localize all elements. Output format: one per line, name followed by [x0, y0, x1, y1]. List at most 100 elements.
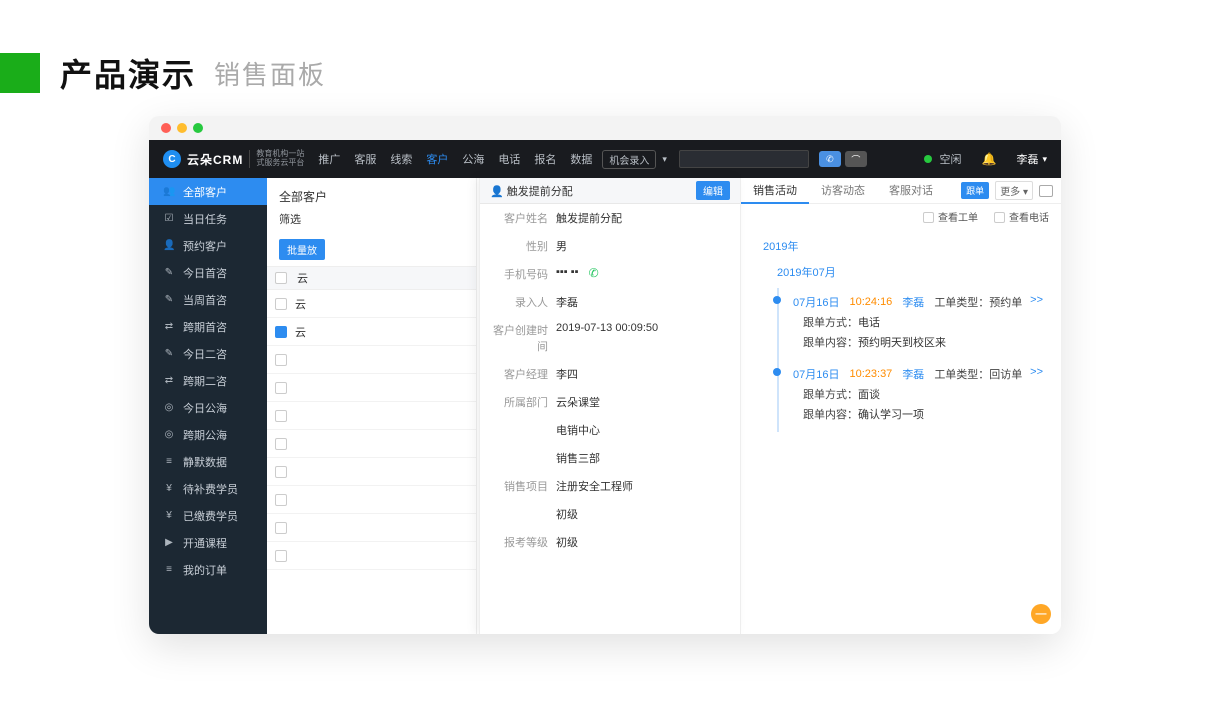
tab[interactable]: 访客动态: [809, 178, 877, 204]
batch-release-button[interactable]: 批量放: [279, 239, 325, 260]
chevron-down-icon: ▾: [1042, 154, 1047, 165]
list-row[interactable]: [267, 374, 476, 402]
logo[interactable]: C 云朵CRM 教育机构一站 式服务云平台: [163, 150, 304, 168]
list-row[interactable]: [267, 542, 476, 570]
row-checkbox[interactable]: [275, 326, 287, 338]
list-row[interactable]: 云: [267, 290, 476, 318]
nav-item[interactable]: 公海: [462, 151, 484, 167]
tl-time: 10:24:16: [849, 296, 892, 308]
nav-item[interactable]: 电话: [498, 151, 520, 167]
phone-icon[interactable]: ✆: [589, 266, 599, 282]
row-checkbox[interactable]: [275, 522, 287, 534]
detail-field: 初级: [480, 500, 740, 528]
row-checkbox[interactable]: [275, 382, 287, 394]
sidebar-item[interactable]: ✎当周首咨: [149, 286, 267, 313]
field-value: 男: [556, 238, 567, 254]
checkbox-all[interactable]: [275, 272, 287, 284]
sidebar-item[interactable]: ⇄跨期首咨: [149, 313, 267, 340]
zoom-dot[interactable]: [193, 123, 203, 133]
close-dot[interactable]: [161, 123, 171, 133]
sidebar-item[interactable]: ¥ 已缴费学员: [149, 502, 267, 529]
bell-icon[interactable]: 🔔: [982, 152, 997, 166]
edit-button[interactable]: 编辑: [696, 181, 730, 200]
tl-user[interactable]: 李磊: [902, 294, 924, 310]
list-row[interactable]: [267, 458, 476, 486]
tl-content: 跟单内容：预约明天到校区来: [793, 334, 1043, 350]
row-checkbox[interactable]: [275, 550, 287, 562]
row-checkbox[interactable]: [275, 494, 287, 506]
row-checkbox[interactable]: [275, 298, 287, 310]
sidebar-icon: 👥: [163, 186, 175, 197]
list-row[interactable]: [267, 514, 476, 542]
sidebar-item[interactable]: ◎跨期公海: [149, 421, 267, 448]
nav-item[interactable]: 报名: [534, 151, 556, 167]
sidebar-icon: ✎: [163, 267, 175, 278]
list-row[interactable]: [267, 346, 476, 374]
user-menu[interactable]: 李磊 ▾: [1016, 151, 1047, 167]
sidebar-label: 跨期二咨: [183, 373, 227, 389]
field-value: 注册安全工程师: [556, 478, 633, 494]
sidebar-icon: ¥: [163, 510, 175, 521]
sidebar-icon: ⇄: [163, 321, 175, 332]
sidebar-icon: ◎: [163, 402, 175, 413]
expand-button[interactable]: >>: [1030, 294, 1043, 306]
sidebar-label: 开通课程: [183, 535, 227, 551]
field-label: 客户创建时间: [490, 322, 556, 354]
sidebar-icon: ◎: [163, 429, 175, 440]
nav-item[interactable]: 客户: [426, 151, 448, 167]
tab[interactable]: 销售活动: [741, 178, 809, 204]
field-value: 初级: [556, 534, 578, 550]
field-value: 李磊: [556, 294, 578, 310]
view-phone-toggle[interactable]: 查看电话: [994, 209, 1049, 224]
sidebar-label: 待补费学员: [183, 481, 238, 497]
nav-item[interactable]: 线索: [390, 151, 412, 167]
sidebar-item[interactable]: ☑当日任务: [149, 205, 267, 232]
filter-label[interactable]: 筛选: [267, 211, 476, 235]
sidebar-item[interactable]: ✎今日首咨: [149, 259, 267, 286]
status-label[interactable]: 空闲: [940, 151, 962, 167]
activity-tabs: 销售活动访客动态客服对话 跟单 更多 ▾: [741, 178, 1061, 204]
minimize-dot[interactable]: [177, 123, 187, 133]
id-card-icon[interactable]: [1039, 185, 1053, 197]
tl-time: 10:23:37: [849, 368, 892, 380]
view-ticket-toggle[interactable]: 查看工单: [923, 209, 978, 224]
sidebar-item[interactable]: ≡我的订单: [149, 556, 267, 583]
opportunity-button[interactable]: 机会录入: [602, 150, 656, 169]
sidebar-item[interactable]: ¥待补费学员: [149, 475, 267, 502]
search-input[interactable]: [679, 150, 809, 168]
row-checkbox[interactable]: [275, 466, 287, 478]
follow-button[interactable]: 跟单: [961, 182, 989, 199]
sidebar-item[interactable]: ▶ 开通课程: [149, 529, 267, 556]
sidebar-icon: ✎: [163, 348, 175, 359]
row-checkbox[interactable]: [275, 354, 287, 366]
more-button[interactable]: 更多 ▾: [995, 181, 1033, 200]
tab[interactable]: 客服对话: [877, 178, 945, 204]
sidebar-icon: ▶: [163, 537, 175, 548]
row-checkbox[interactable]: [275, 410, 287, 422]
list-row[interactable]: [267, 402, 476, 430]
sidebar-item[interactable]: ✎今日二咨: [149, 340, 267, 367]
sidebar-label: 今日公海: [183, 400, 227, 416]
expand-button[interactable]: >>: [1030, 366, 1043, 378]
list-row[interactable]: [267, 486, 476, 514]
tl-user[interactable]: 李磊: [902, 366, 924, 382]
sidebar-item[interactable]: ≡静默数据: [149, 448, 267, 475]
nav-item[interactable]: 数据: [570, 151, 592, 167]
fab-button[interactable]: —: [1031, 604, 1051, 624]
phone-icon[interactable]: ✆: [819, 151, 841, 167]
list-row[interactable]: [267, 430, 476, 458]
sidebar-item[interactable]: ◎ 今日公海: [149, 394, 267, 421]
field-value: 李四: [556, 366, 578, 382]
sidebar-label: 已缴费学员: [183, 508, 238, 524]
nav-item[interactable]: 推广: [318, 151, 340, 167]
sidebar-item[interactable]: 👥全部客户: [149, 178, 267, 205]
row-checkbox[interactable]: [275, 438, 287, 450]
page-subtitle: 销售面板: [214, 55, 326, 92]
col-header: 云: [297, 270, 308, 286]
list-row[interactable]: 云: [267, 318, 476, 346]
sidebar-item[interactable]: ⇄跨期二咨: [149, 367, 267, 394]
sidebar-item[interactable]: 👤预约客户: [149, 232, 267, 259]
hangup-icon[interactable]: ⌒: [845, 151, 867, 167]
nav-item[interactable]: 客服: [354, 151, 376, 167]
chevron-down-icon[interactable]: ▾: [662, 154, 667, 165]
